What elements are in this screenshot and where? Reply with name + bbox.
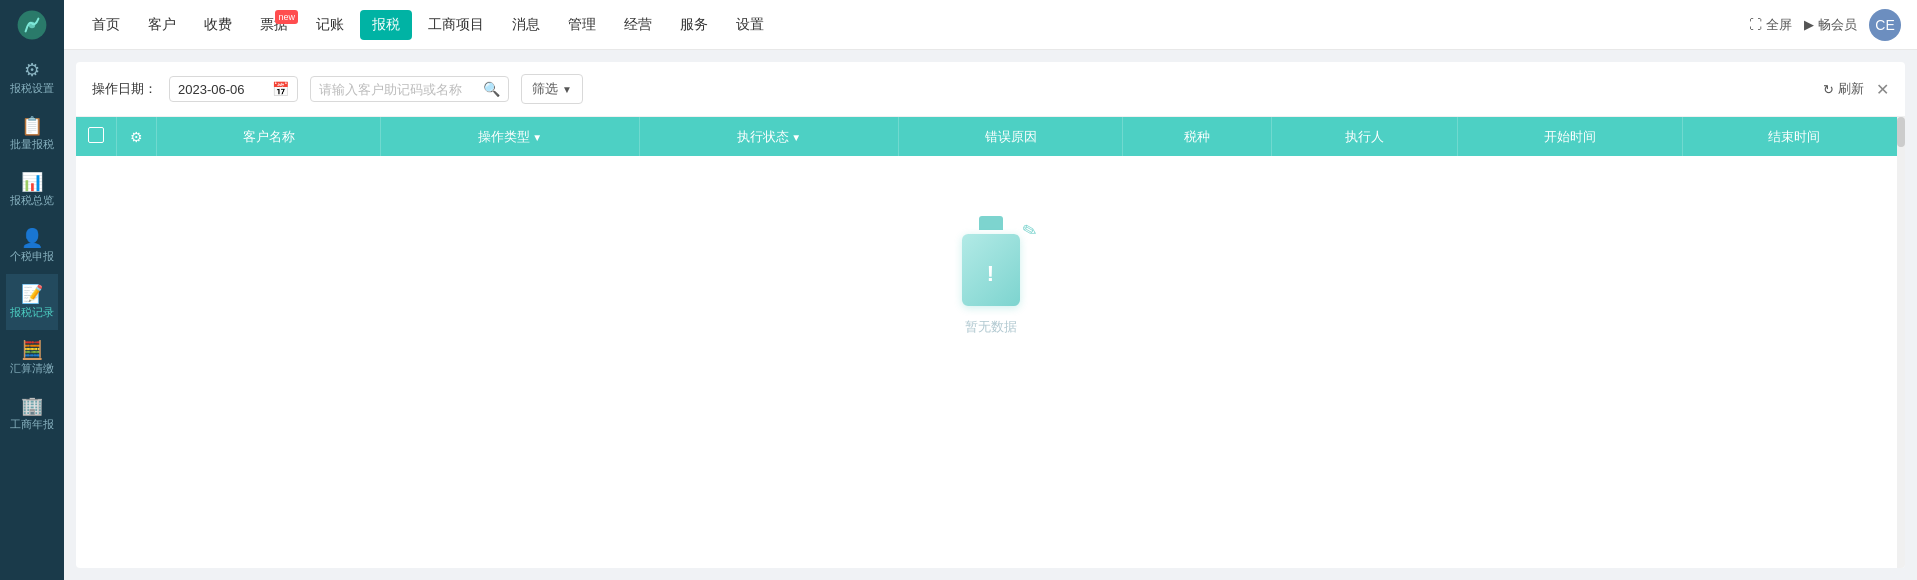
th-end_time: 结束时间 [1682, 117, 1905, 156]
baoshuijilu-label: 报税记录 [10, 306, 54, 319]
refresh-icon: ↻ [1823, 82, 1834, 97]
gongshangnianba-label: 工商年报 [10, 418, 54, 431]
fullscreen-label: 全屏 [1766, 16, 1792, 34]
huisuanqingshui-label: 汇算清缴 [10, 362, 54, 375]
search-wrap: 🔍 [310, 76, 509, 102]
geshuishenbao-label: 个税申报 [10, 250, 54, 263]
empty-illustration: ! ✏ [951, 216, 1031, 306]
calendar-icon: 📅 [272, 81, 289, 97]
th-checkbox [76, 117, 117, 156]
nav-item-guanli[interactable]: 管理 [556, 10, 608, 40]
fullscreen-icon: ⛶ [1749, 17, 1762, 32]
sidebar-item-gongshangnianba[interactable]: 🏢 工商年报 [6, 386, 58, 442]
sidebar-item-pilianbaoshui[interactable]: 📋 批量报税 [6, 106, 58, 162]
empty-state: ! ✏ 暂无数据 [76, 156, 1905, 396]
clipboard-body: ! [962, 234, 1020, 306]
avatar[interactable]: CE [1869, 9, 1901, 41]
baoshuizonglan-icon: 📊 [21, 173, 43, 191]
member-icon: ▶ [1804, 17, 1814, 32]
scrollbar[interactable] [1897, 117, 1905, 568]
baoshuishezhi-icon: ⚙ [24, 61, 40, 79]
date-input-wrap[interactable]: 📅 [169, 76, 298, 102]
nav-item-kehu[interactable]: 客户 [136, 10, 188, 40]
nav-item-piaoju[interactable]: 票据new [248, 10, 300, 40]
filter-label: 筛选 [532, 80, 558, 98]
close-btn[interactable]: ✕ [1876, 80, 1889, 99]
column-settings-icon[interactable]: ⚙ [130, 129, 143, 145]
sidebar-item-baoshuizonglan[interactable]: 📊 报税总览 [6, 162, 58, 218]
sidebar: ⚙ 报税设置 📋 批量报税 📊 报税总览 👤 个税申报 📝 报税记录 🧮 汇算清… [0, 0, 64, 580]
scrollbar-thumb[interactable] [1897, 117, 1905, 147]
nav-item-shouye[interactable]: 首页 [80, 10, 132, 40]
baoshuijilu-icon: 📝 [21, 285, 43, 303]
svg-point-1 [29, 22, 35, 28]
th-executor: 执行人 [1271, 117, 1457, 156]
topnav-right: ⛶ 全屏 ▶ 畅会员 CE [1749, 9, 1901, 41]
table-header-row: ⚙ 客户名称操作类型▼执行状态▼错误原因税种执行人开始时间结束时间 [76, 117, 1905, 156]
th-exec_status[interactable]: 执行状态▼ [640, 117, 899, 156]
th-start_time: 开始时间 [1458, 117, 1682, 156]
nav-item-gongshangxiangmu[interactable]: 工商项目 [416, 10, 496, 40]
filter-btn[interactable]: 筛选 ▼ [521, 74, 583, 104]
sort-icon-exec_status: ▼ [791, 132, 801, 143]
sidebar-item-baoshuishezhi[interactable]: ⚙ 报税设置 [6, 50, 58, 106]
table-wrap: ⚙ 客户名称操作类型▼执行状态▼错误原因税种执行人开始时间结束时间 ! [76, 117, 1905, 568]
topnav: 首页客户收费票据new记账报税工商项目消息管理经营服务设置 ⛶ 全屏 ▶ 畅会员… [64, 0, 1917, 50]
nav-item-xiaoxi[interactable]: 消息 [500, 10, 552, 40]
fullscreen-btn[interactable]: ⛶ 全屏 [1749, 16, 1792, 34]
gongshangnianba-icon: 🏢 [21, 397, 43, 415]
th-op_type[interactable]: 操作类型▼ [381, 117, 640, 156]
member-btn[interactable]: ▶ 畅会员 [1804, 16, 1857, 34]
sidebar-item-huisuanqingshui[interactable]: 🧮 汇算清缴 [6, 330, 58, 386]
nav-item-jingying[interactable]: 经营 [612, 10, 664, 40]
th-client: 客户名称 [157, 117, 381, 156]
pen-icon: ✏ [1017, 218, 1041, 245]
sidebar-logo[interactable] [0, 0, 64, 50]
th-error_reason: 错误原因 [899, 117, 1123, 156]
refresh-label: 刷新 [1838, 80, 1864, 98]
baoshuishezhi-label: 报税设置 [10, 82, 54, 95]
data-table: ⚙ 客户名称操作类型▼执行状态▼错误原因税种执行人开始时间结束时间 ! [76, 117, 1905, 396]
nav-badge-piaoju: new [275, 10, 298, 25]
sidebar-item-geshuishenbao[interactable]: 👤 个税申报 [6, 218, 58, 274]
nav-item-shoufei[interactable]: 收费 [192, 10, 244, 40]
geshuishenbao-icon: 👤 [21, 229, 43, 247]
sidebar-item-baoshuijilu[interactable]: 📝 报税记录 [6, 274, 58, 330]
page-content: 操作日期： 📅 🔍 筛选 ▼ ↻ 刷新 ✕ [76, 62, 1905, 568]
nav-item-baoshui[interactable]: 报税 [360, 10, 412, 40]
sort-icon-op_type: ▼ [532, 132, 542, 143]
nav-item-shezhi[interactable]: 设置 [724, 10, 776, 40]
th-tax_type: 税种 [1123, 117, 1272, 156]
th-settings: ⚙ [117, 117, 157, 156]
content: 操作日期： 📅 🔍 筛选 ▼ ↻ 刷新 ✕ [64, 50, 1917, 580]
pilianbaoshui-icon: 📋 [21, 117, 43, 135]
date-label: 操作日期： [92, 80, 157, 98]
baoshuizonglan-label: 报税总览 [10, 194, 54, 207]
nav-item-jizhang[interactable]: 记账 [304, 10, 356, 40]
pilianbaoshui-label: 批量报税 [10, 138, 54, 151]
nav-item-fuwu[interactable]: 服务 [668, 10, 720, 40]
search-input[interactable] [319, 82, 479, 97]
date-input[interactable] [178, 82, 266, 97]
select-all-checkbox[interactable] [88, 127, 104, 143]
main-area: 首页客户收费票据new记账报税工商项目消息管理经营服务设置 ⛶ 全屏 ▶ 畅会员… [64, 0, 1917, 580]
huisuanqingshui-icon: 🧮 [21, 341, 43, 359]
member-label: 畅会员 [1818, 16, 1857, 34]
search-icon[interactable]: 🔍 [483, 81, 500, 97]
empty-text: 暂无数据 [965, 318, 1017, 336]
refresh-btn[interactable]: ↻ 刷新 [1823, 80, 1864, 98]
topnav-items: 首页客户收费票据new记账报税工商项目消息管理经营服务设置 [80, 10, 1749, 40]
toolbar: 操作日期： 📅 🔍 筛选 ▼ ↻ 刷新 ✕ [76, 62, 1905, 117]
chevron-down-icon: ▼ [562, 84, 572, 95]
exclamation-mark: ! [987, 263, 994, 285]
clipboard-top [979, 216, 1003, 230]
